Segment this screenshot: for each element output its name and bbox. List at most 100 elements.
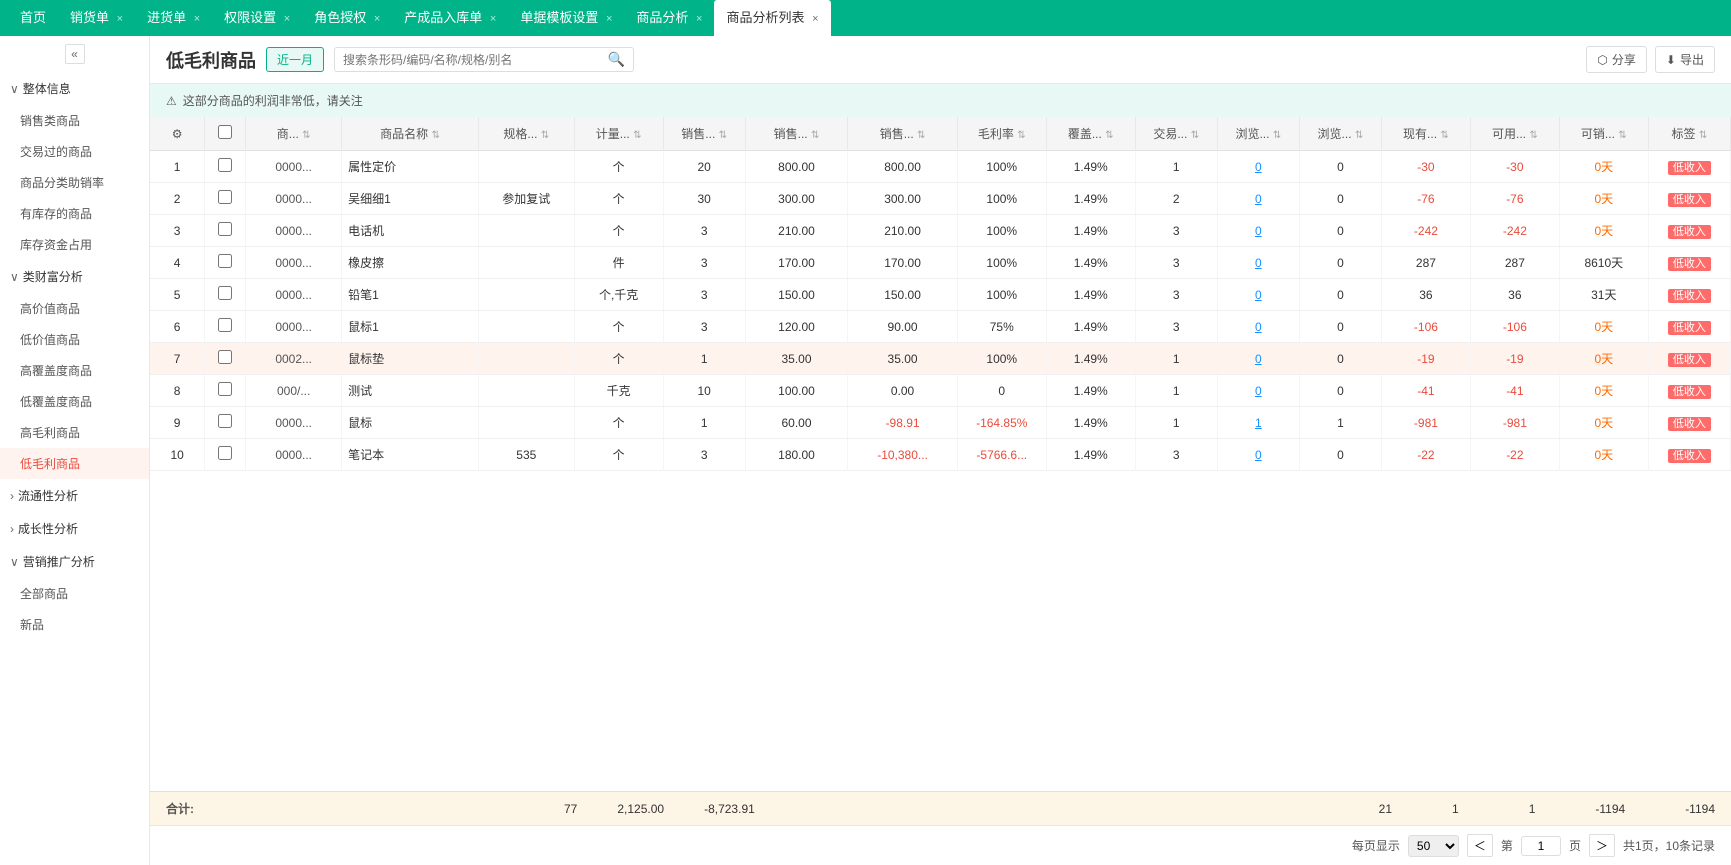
next-page-button[interactable]: ＞ bbox=[1589, 834, 1615, 857]
sidebar-group-circulation[interactable]: › 流通性分析 bbox=[0, 479, 149, 512]
cell-checkbox[interactable] bbox=[205, 311, 246, 343]
sidebar-item-sales-products[interactable]: 销售类商品 bbox=[0, 105, 149, 136]
close-product-storage[interactable]: × bbox=[490, 13, 496, 25]
nav-product-analysis-list[interactable]: 商品分析列表 × bbox=[714, 0, 830, 36]
row-checkbox[interactable] bbox=[218, 446, 232, 460]
cell-checkbox[interactable] bbox=[205, 439, 246, 471]
close-purchase-order[interactable]: × bbox=[194, 13, 200, 25]
select-all-checkbox[interactable] bbox=[218, 125, 232, 139]
nav-sales-order[interactable]: 销货单 × bbox=[58, 0, 135, 36]
row-checkbox[interactable] bbox=[218, 414, 232, 428]
nav-template-settings[interactable]: 单据模板设置 × bbox=[508, 0, 624, 36]
cell-browse1[interactable]: 0 bbox=[1217, 215, 1299, 247]
sidebar-group-overall[interactable]: ∨ 整体信息 bbox=[0, 72, 149, 105]
col-gross-rate[interactable]: 毛利率 ⇅ bbox=[957, 117, 1046, 151]
search-icon[interactable]: 🔍 bbox=[608, 51, 625, 68]
sidebar-group-marketing[interactable]: ∨ 营销推广分析 bbox=[0, 545, 149, 578]
nav-home[interactable]: 首页 bbox=[8, 0, 58, 36]
col-trade-count[interactable]: 交易... ⇅ bbox=[1135, 117, 1217, 151]
col-sales-count[interactable]: 销售... ⇅ bbox=[663, 117, 745, 151]
row-checkbox[interactable] bbox=[218, 190, 232, 204]
col-browse1[interactable]: 浏览... ⇅ bbox=[1217, 117, 1299, 151]
nav-product-storage[interactable]: 产成品入库单 × bbox=[392, 0, 508, 36]
row-checkbox[interactable] bbox=[218, 350, 232, 364]
cell-checkbox[interactable] bbox=[205, 407, 246, 439]
cell-checkbox[interactable] bbox=[205, 279, 246, 311]
row-checkbox[interactable] bbox=[218, 382, 232, 396]
tag-label: 低收入 bbox=[1668, 449, 1711, 463]
col-spec[interactable]: 规格... ⇅ bbox=[478, 117, 574, 151]
cell-checkbox[interactable] bbox=[205, 183, 246, 215]
cell-browse1[interactable]: 0 bbox=[1217, 247, 1299, 279]
sidebar-item-high-value[interactable]: 高价值商品 bbox=[0, 293, 149, 324]
per-page-select[interactable]: 50 20 100 bbox=[1408, 835, 1459, 857]
col-unit[interactable]: 计量... ⇅ bbox=[574, 117, 663, 151]
page-input[interactable] bbox=[1521, 836, 1561, 856]
close-permission[interactable]: × bbox=[284, 13, 290, 25]
cell-browse1[interactable]: 0 bbox=[1217, 151, 1299, 183]
col-settings[interactable]: ⚙ bbox=[150, 117, 205, 151]
cell-spec: 535 bbox=[478, 439, 574, 471]
col-stock-sale[interactable]: 可销... ⇅ bbox=[1559, 117, 1648, 151]
sidebar-item-low-value[interactable]: 低价值商品 bbox=[0, 324, 149, 355]
sidebar-item-low-margin[interactable]: 低毛利商品 bbox=[0, 448, 149, 479]
cell-checkbox[interactable] bbox=[205, 343, 246, 375]
row-checkbox[interactable] bbox=[218, 222, 232, 236]
cell-checkbox[interactable] bbox=[205, 151, 246, 183]
col-stock-now[interactable]: 现有... ⇅ bbox=[1381, 117, 1470, 151]
cell-name: 笔记本 bbox=[342, 439, 479, 471]
cell-browse1[interactable]: 0 bbox=[1217, 343, 1299, 375]
col-sales-price[interactable]: 销售... ⇅ bbox=[745, 117, 848, 151]
col-name[interactable]: 商品名称 ⇅ bbox=[342, 117, 479, 151]
close-product-analysis-list[interactable]: × bbox=[812, 13, 818, 25]
close-product-analysis[interactable]: × bbox=[696, 13, 702, 25]
row-checkbox[interactable] bbox=[218, 254, 232, 268]
search-input[interactable] bbox=[343, 53, 608, 67]
sidebar-item-stock-capital[interactable]: 库存资金占用 bbox=[0, 229, 149, 260]
close-sales-order[interactable]: × bbox=[117, 13, 123, 25]
sidebar-collapse-button[interactable]: « bbox=[65, 44, 85, 64]
cell-checkbox[interactable] bbox=[205, 375, 246, 407]
prev-page-button[interactable]: ＜ bbox=[1467, 834, 1493, 857]
sidebar-item-category-rate[interactable]: 商品分类助销率 bbox=[0, 167, 149, 198]
export-button[interactable]: ⬇ 导出 bbox=[1655, 46, 1715, 73]
row-checkbox[interactable] bbox=[218, 158, 232, 172]
cell-checkbox[interactable] bbox=[205, 215, 246, 247]
col-cover-rate[interactable]: 覆盖... ⇅ bbox=[1046, 117, 1135, 151]
sidebar-item-high-margin[interactable]: 高毛利商品 bbox=[0, 417, 149, 448]
cell-no: 8 bbox=[150, 375, 205, 407]
col-code[interactable]: 商... ⇅ bbox=[246, 117, 342, 151]
col-stock-avail[interactable]: 可用... ⇅ bbox=[1470, 117, 1559, 151]
cell-browse1[interactable]: 0 bbox=[1217, 311, 1299, 343]
row-checkbox[interactable] bbox=[218, 318, 232, 332]
close-role-auth[interactable]: × bbox=[374, 13, 380, 25]
share-button[interactable]: ⬡ 分享 bbox=[1586, 46, 1647, 73]
cell-checkbox[interactable] bbox=[205, 247, 246, 279]
table-row: 4 0000... 橡皮擦 件 3 170.00 170.00 100% 1.4… bbox=[150, 247, 1731, 279]
nav-role-auth[interactable]: 角色授权 × bbox=[302, 0, 392, 36]
nav-permission-settings[interactable]: 权限设置 × bbox=[212, 0, 302, 36]
row-checkbox[interactable] bbox=[218, 286, 232, 300]
cell-browse1[interactable]: 0 bbox=[1217, 375, 1299, 407]
col-tag[interactable]: 标签 ⇅ bbox=[1648, 117, 1730, 151]
cell-browse1[interactable]: 1 bbox=[1217, 407, 1299, 439]
cell-browse1[interactable]: 0 bbox=[1217, 183, 1299, 215]
sidebar-item-in-stock[interactable]: 有库存的商品 bbox=[0, 198, 149, 229]
sidebar-item-low-coverage[interactable]: 低覆盖度商品 bbox=[0, 386, 149, 417]
close-template[interactable]: × bbox=[606, 13, 612, 25]
col-browse2[interactable]: 浏览... ⇅ bbox=[1299, 117, 1381, 151]
period-button[interactable]: 近一月 bbox=[266, 47, 324, 72]
sidebar-item-new-products[interactable]: 新品 bbox=[0, 609, 149, 640]
col-checkbox[interactable] bbox=[205, 117, 246, 151]
nav-product-analysis[interactable]: 商品分析 × bbox=[624, 0, 714, 36]
table-container[interactable]: ⚙ 商... ⇅ 商品名称 ⇅ 规格... ⇅ 计量... ⇅ 销售... ⇅ … bbox=[150, 117, 1731, 791]
col-sales-amount[interactable]: 销售... ⇅ bbox=[848, 117, 957, 151]
sidebar-item-all-products[interactable]: 全部商品 bbox=[0, 578, 149, 609]
sidebar-group-wealth[interactable]: ∨ 类财富分析 bbox=[0, 260, 149, 293]
sidebar-item-traded-products[interactable]: 交易过的商品 bbox=[0, 136, 149, 167]
sidebar-item-high-coverage[interactable]: 高覆盖度商品 bbox=[0, 355, 149, 386]
nav-purchase-order[interactable]: 进货单 × bbox=[135, 0, 212, 36]
sidebar-group-growth[interactable]: › 成长性分析 bbox=[0, 512, 149, 545]
cell-browse1[interactable]: 0 bbox=[1217, 439, 1299, 471]
cell-browse1[interactable]: 0 bbox=[1217, 279, 1299, 311]
